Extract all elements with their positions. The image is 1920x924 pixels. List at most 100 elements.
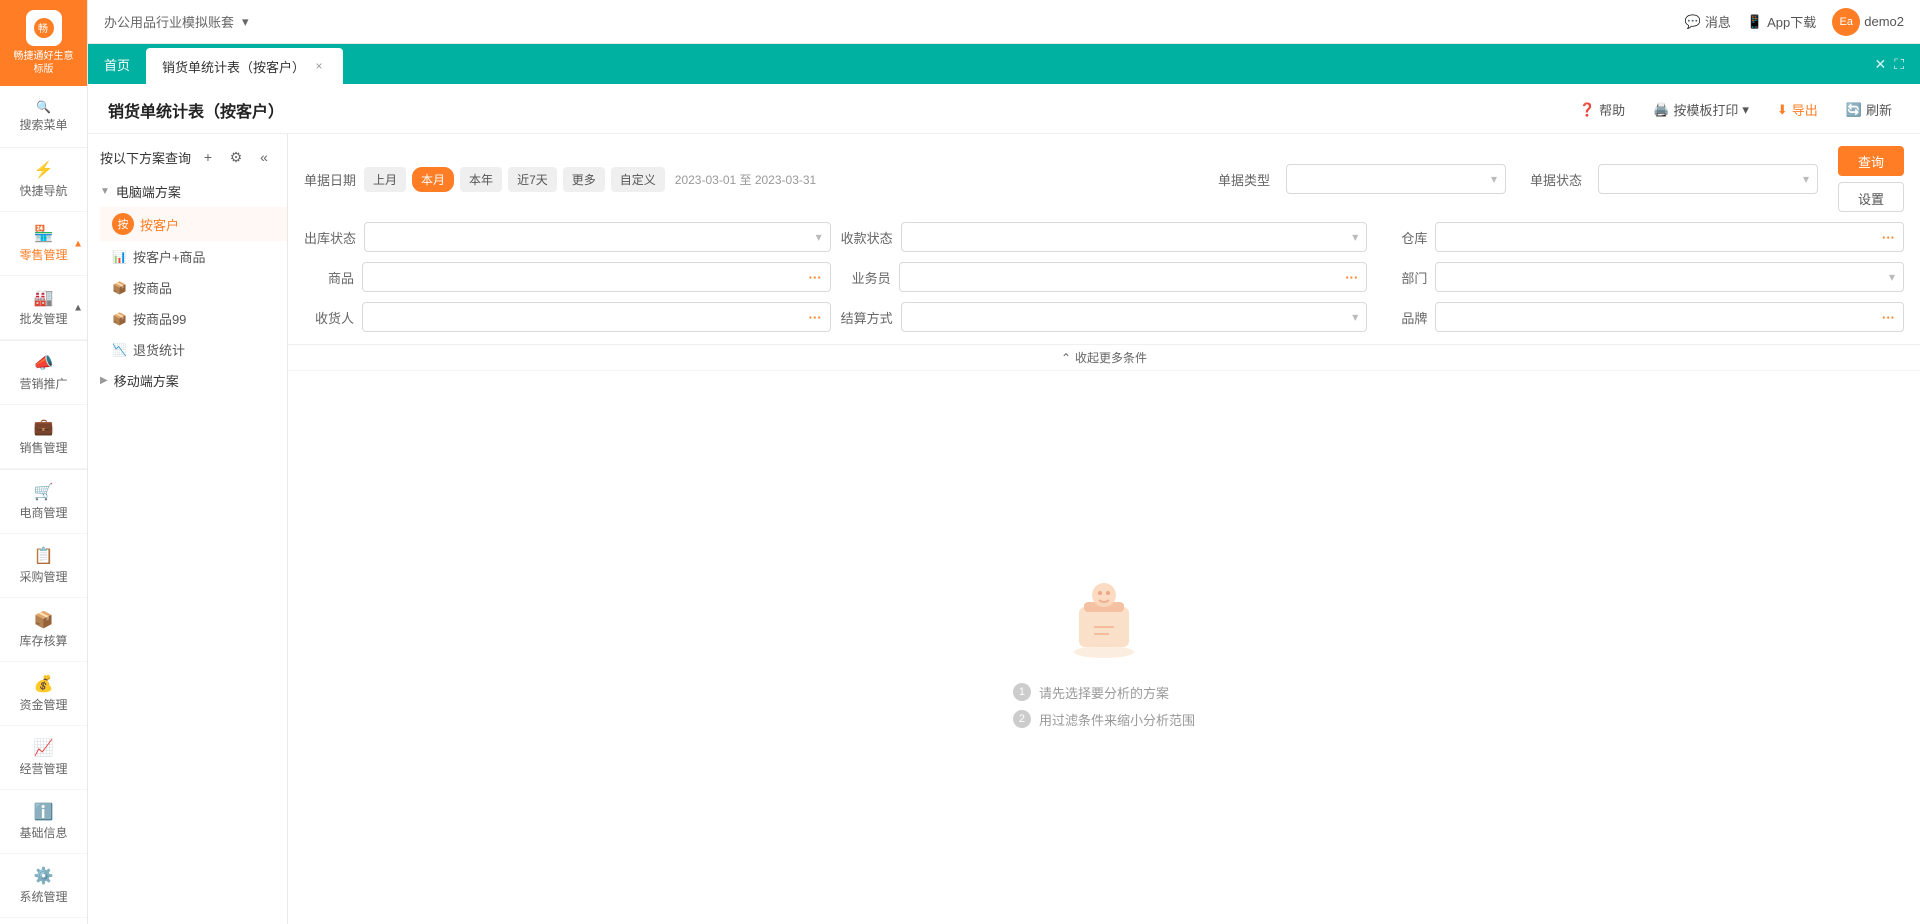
receiver-control[interactable]: ··· xyxy=(362,302,831,332)
warehouse-label: 仓库 xyxy=(1377,228,1427,247)
date-range-display: 2023-03-01 至 2023-03-31 xyxy=(675,171,816,188)
tree-item-customer-product[interactable]: 📊 按客户+商品 xyxy=(100,241,287,272)
sidebar-item-enterprise[interactable]: 🤝 企业协同 xyxy=(0,918,87,924)
payment-control[interactable]: ▾ xyxy=(901,302,1368,332)
tree-item-by-customer[interactable]: 按 按客户 xyxy=(100,207,287,241)
order-status-control[interactable]: ▾ xyxy=(1598,164,1818,194)
empty-tip-2: 2 用过滤条件来缩小分析范围 xyxy=(1013,710,1195,729)
order-type-input[interactable] xyxy=(1295,172,1487,187)
sidebar-item-purchase[interactable]: 📋 采购管理 xyxy=(0,534,87,598)
order-status-label: 单据状态 xyxy=(1530,170,1582,189)
order-type-dropdown-icon[interactable]: ▾ xyxy=(1491,172,1497,186)
brand-label: 品牌 xyxy=(1377,308,1427,327)
tree-item-return-stats[interactable]: 📉 退货统计 xyxy=(100,334,287,365)
retail-icon: 🏪 xyxy=(34,224,54,244)
order-status-dropdown-icon[interactable]: ▾ xyxy=(1803,172,1809,186)
sidebar-item-sales[interactable]: 💼 销售管理 xyxy=(0,405,87,469)
salesperson-control[interactable]: ··· xyxy=(899,262,1368,292)
tab-close-window-icon[interactable]: ✕ xyxy=(1874,56,1886,73)
order-status-input[interactable] xyxy=(1607,172,1799,187)
salesperson-dots-icon[interactable]: ··· xyxy=(1345,270,1358,285)
brand-dots-icon[interactable]: ··· xyxy=(1882,310,1895,325)
sidebar-item-finance[interactable]: 💰 资金管理 xyxy=(0,662,87,726)
filter-settings-button[interactable]: 设置 xyxy=(1838,182,1904,212)
user-menu[interactable]: Ea demo2 xyxy=(1832,8,1904,36)
product-icon: 📦 xyxy=(112,281,127,295)
wholesale-icon: 🏭 xyxy=(34,288,54,308)
add-scheme-button[interactable]: + xyxy=(197,146,219,168)
payment-dropdown-icon[interactable]: ▾ xyxy=(1352,310,1358,324)
return-icon: 📉 xyxy=(112,343,127,357)
receive-status-control[interactable]: ▾ xyxy=(901,222,1368,252)
sidebar-item-operation[interactable]: 📈 经营管理 xyxy=(0,726,87,790)
help-button[interactable]: ❓ 帮助 xyxy=(1571,96,1633,123)
query-button[interactable]: 查询 xyxy=(1838,146,1904,176)
app-name: 畅捷通好生意 标版 xyxy=(14,50,74,76)
tree-item-by-product[interactable]: 📦 按商品 xyxy=(100,272,287,303)
brand-control[interactable]: ··· xyxy=(1435,302,1904,332)
collapse-label: ⌃ 收起更多条件 xyxy=(1061,349,1147,366)
out-status-dropdown-icon[interactable]: ▾ xyxy=(816,230,822,244)
sidebar-item-inventory[interactable]: 📦 库存核算 xyxy=(0,598,87,662)
logo-button[interactable]: 畅 畅捷通好生意 标版 xyxy=(0,0,87,86)
sidebar-item-ecommerce[interactable]: 🛒 电商管理 xyxy=(0,470,87,534)
export-button[interactable]: ⬇ 导出 xyxy=(1769,96,1826,123)
receiver-input[interactable] xyxy=(371,310,805,325)
payment-input[interactable] xyxy=(910,310,1349,325)
industry-selector[interactable]: 办公用品行业模拟账套 ▾ xyxy=(104,12,249,31)
out-status-input[interactable] xyxy=(373,230,812,245)
sidebar-item-retail[interactable]: 🏪 零售管理 ▲ xyxy=(0,212,87,276)
department-control[interactable]: ▾ xyxy=(1435,262,1904,292)
brand-input[interactable] xyxy=(1444,310,1878,325)
tree-desktop-children: 按 按客户 📊 按客户+商品 📦 按商品 📦 按商品99 xyxy=(88,207,287,365)
department-dropdown-icon[interactable]: ▾ xyxy=(1889,270,1895,284)
warehouse-cell: 仓库 ··· xyxy=(1377,222,1904,252)
receive-status-dropdown-icon[interactable]: ▾ xyxy=(1352,230,1358,244)
warehouse-dots-icon[interactable]: ··· xyxy=(1882,230,1895,245)
sidebar-item-marketing[interactable]: 📣 营销推广 xyxy=(0,341,87,405)
product-input[interactable] xyxy=(371,270,805,285)
salesperson-input[interactable] xyxy=(908,270,1342,285)
refresh-button[interactable]: 🔄 刷新 xyxy=(1838,96,1900,123)
sidebar-item-system[interactable]: ⚙️ 系统管理 xyxy=(0,854,87,918)
tab-sales-stats[interactable]: 销货单统计表（按客户） × xyxy=(146,48,343,84)
tab-home[interactable]: 首页 xyxy=(88,44,146,84)
product-dots-icon[interactable]: ··· xyxy=(809,270,822,285)
receiver-dots-icon[interactable]: ··· xyxy=(809,310,822,325)
date-btn-lastmonth[interactable]: 上月 xyxy=(364,167,406,192)
refresh-icon: 🔄 xyxy=(1846,102,1862,118)
date-btn-7days[interactable]: 近7天 xyxy=(508,167,557,192)
print-button[interactable]: 🖨️ 按模板打印 ▾ xyxy=(1645,96,1757,123)
date-btn-thismonth[interactable]: 本月 xyxy=(412,167,454,192)
tab-close-icon[interactable]: × xyxy=(311,58,327,74)
sidebar-item-wholesale[interactable]: 🏭 批发管理 ▲ xyxy=(0,276,87,340)
out-status-control[interactable]: ▾ xyxy=(364,222,831,252)
sidebar-item-quicknav[interactable]: ⚡ 快捷导航 xyxy=(0,148,87,212)
date-btn-more[interactable]: 更多 xyxy=(563,167,605,192)
date-btn-thisyear[interactable]: 本年 xyxy=(460,167,502,192)
tree-group-desktop[interactable]: ▼ 电脑端方案 xyxy=(88,176,287,207)
date-label: 单据日期 xyxy=(304,170,356,189)
product-control[interactable]: ··· xyxy=(362,262,831,292)
payment-cell: 结算方式 ▾ xyxy=(841,302,1368,332)
basic-icon: ℹ️ xyxy=(34,802,54,822)
search-menu-button[interactable]: 🔍 搜索菜单 xyxy=(6,94,81,139)
date-btn-custom[interactable]: 自定义 xyxy=(611,167,665,192)
message-button[interactable]: 💬 消息 xyxy=(1685,12,1731,31)
receive-status-cell: 收款状态 ▾ xyxy=(841,222,1368,252)
collapse-more-row[interactable]: ⌃ 收起更多条件 xyxy=(288,344,1920,370)
tab-maximize-icon[interactable]: ⛶ xyxy=(1894,56,1904,73)
main-area: 办公用品行业模拟账套 ▾ 💬 消息 📱 App下载 Ea demo2 首页 xyxy=(88,0,1920,924)
sidebar-item-basic[interactable]: ℹ️ 基础信息 xyxy=(0,790,87,854)
app-download-button[interactable]: 📱 App下载 xyxy=(1747,12,1816,31)
tree-item-product99[interactable]: 📦 按商品99 xyxy=(100,303,287,334)
warehouse-control[interactable]: ··· xyxy=(1435,222,1904,252)
collapse-panel-button[interactable]: « xyxy=(253,146,275,168)
settings-scheme-button[interactable]: ⚙ xyxy=(225,146,247,168)
wholesale-arrow-icon: ▲ xyxy=(73,302,83,313)
tree-group-mobile[interactable]: ▶ 移动端方案 xyxy=(88,365,287,396)
order-type-control[interactable]: ▾ xyxy=(1286,164,1506,194)
warehouse-input[interactable] xyxy=(1444,230,1878,245)
department-input[interactable] xyxy=(1444,270,1885,285)
receive-status-input[interactable] xyxy=(910,230,1349,245)
